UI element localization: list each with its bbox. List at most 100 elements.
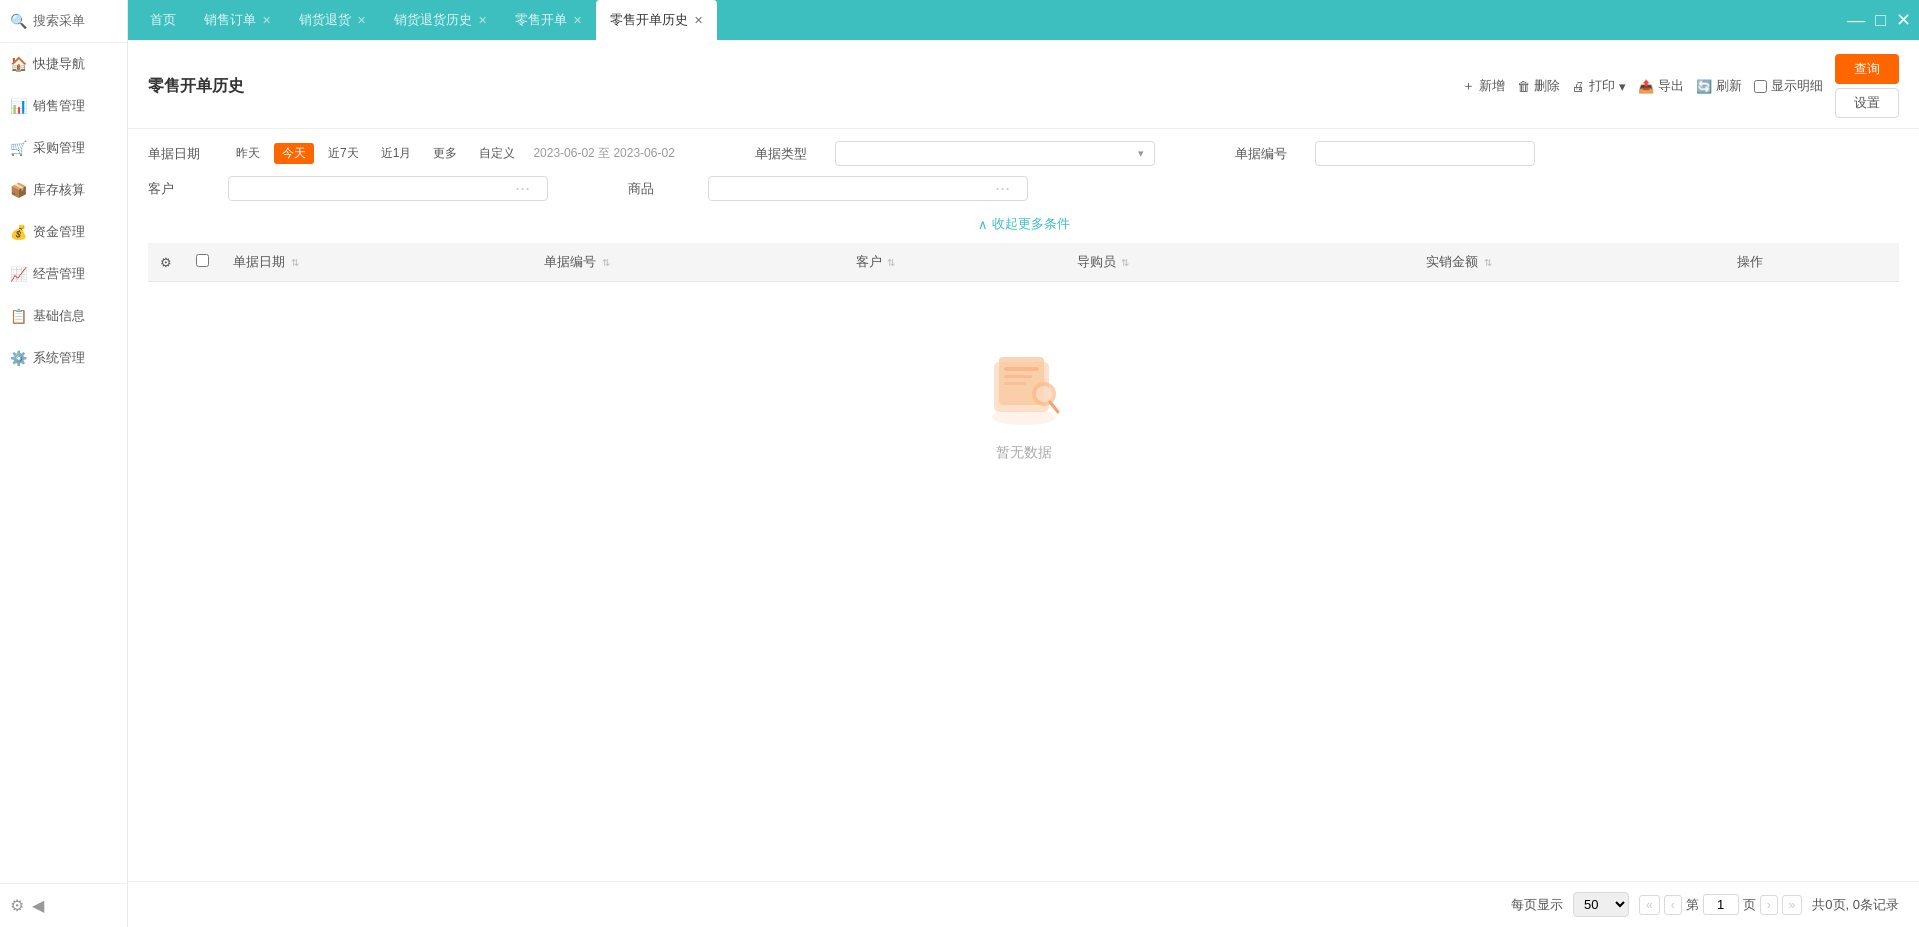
sidebar-item-basic-info[interactable]: 📋 基础信息: [0, 295, 127, 337]
maximize-button[interactable]: □: [1875, 10, 1886, 31]
total-info: 共0页, 0条记录: [1812, 896, 1899, 914]
svg-line-8: [1050, 402, 1058, 412]
home-icon: 🏠: [10, 56, 27, 72]
info-icon: 📋: [10, 308, 27, 324]
tab-sales-return-history[interactable]: 销货退货历史 ✕: [380, 0, 501, 40]
tab-sales-return[interactable]: 销货退货 ✕: [285, 0, 380, 40]
customer-dots[interactable]: ···: [509, 178, 536, 199]
sidebar-label-basic-info: 基础信息: [33, 307, 85, 325]
tab-retail-history[interactable]: 零售开单历史 ✕: [596, 0, 717, 40]
sidebar-item-sys-mgmt[interactable]: ⚙️ 系统管理: [0, 337, 127, 379]
date-filter-buttons: 昨天 今天 近7天 近1月 更多 自定义 2023-06-02 至 2023-0…: [228, 143, 675, 164]
svg-rect-5: [1004, 382, 1026, 385]
date-btn-today[interactable]: 今天: [274, 143, 314, 164]
date-btn-yesterday[interactable]: 昨天: [228, 143, 268, 164]
add-icon: ＋: [1462, 77, 1475, 95]
svg-rect-4: [1004, 375, 1032, 378]
sidebar-item-operations[interactable]: 📈 经营管理: [0, 253, 127, 295]
chart-icon: 📊: [10, 98, 27, 114]
type-label: 单据类型: [755, 145, 815, 163]
settings-button[interactable]: 设置: [1835, 88, 1899, 118]
page-label-after: 页: [1743, 896, 1756, 914]
query-button[interactable]: 查询: [1835, 54, 1899, 84]
th-guide[interactable]: 导购员 ⇅: [1065, 243, 1331, 282]
customer-input[interactable]: [229, 177, 509, 200]
add-button[interactable]: ＋ 新增: [1462, 77, 1505, 95]
tab-sales-order-close[interactable]: ✕: [262, 14, 271, 27]
first-page-button[interactable]: «: [1639, 895, 1660, 915]
refresh-label: 刷新: [1716, 77, 1742, 95]
th-customer[interactable]: 客户 ⇅: [844, 243, 1065, 282]
tab-sales-return-history-close[interactable]: ✕: [478, 14, 487, 27]
prev-page-button[interactable]: ‹: [1664, 895, 1682, 915]
sort-guide-icon: ⇅: [1121, 257, 1129, 268]
sidebar-label-sys-mgmt: 系统管理: [33, 349, 85, 367]
settings-icon[interactable]: ⚙: [10, 896, 24, 915]
search-icon: 🔍: [10, 13, 27, 29]
data-table: ⚙ 单据日期 ⇅ 单据编号 ⇅: [148, 243, 1899, 522]
th-checkbox[interactable]: [184, 243, 221, 282]
goods-label: 商品: [628, 180, 688, 198]
tab-retail-history-close[interactable]: ✕: [694, 14, 703, 27]
per-page-select[interactable]: 50 10 20 100: [1573, 892, 1629, 917]
collapse-sidebar-icon[interactable]: ◀: [32, 896, 44, 915]
export-button[interactable]: 📤 导出: [1638, 77, 1684, 95]
goods-input[interactable]: [709, 177, 989, 200]
delete-icon: 🗑: [1517, 79, 1530, 94]
tab-sales-return-history-label: 销货退货历史: [394, 11, 472, 29]
sidebar-item-quick-nav[interactable]: 🏠 快捷导航: [0, 43, 127, 85]
sidebar-label-purchase-mgmt: 采购管理: [33, 139, 85, 157]
display-detail-checkbox[interactable]: [1754, 80, 1767, 93]
sidebar-label-operations: 经营管理: [33, 265, 85, 283]
last-page-button[interactable]: »: [1782, 895, 1803, 915]
date-label: 单据日期: [148, 145, 208, 163]
page-number-input[interactable]: [1703, 894, 1739, 915]
print-dropdown-icon[interactable]: ▾: [1619, 79, 1626, 94]
date-btn-7days[interactable]: 近7天: [320, 143, 367, 164]
delete-button[interactable]: 🗑 删除: [1517, 77, 1560, 95]
tab-sales-return-close[interactable]: ✕: [357, 14, 366, 27]
empty-row: 暂无数据: [148, 282, 1899, 523]
print-label: 打印: [1589, 77, 1615, 95]
tab-home[interactable]: 首页: [136, 0, 190, 40]
refresh-button[interactable]: 🔄 刷新: [1696, 77, 1742, 95]
filter-row-1: 单据日期 昨天 今天 近7天 近1月 更多 自定义 2023-06-02 至 2…: [148, 141, 1899, 166]
export-label: 导出: [1658, 77, 1684, 95]
print-button[interactable]: 🖨 打印 ▾: [1572, 77, 1626, 95]
tab-retail-open-close[interactable]: ✕: [573, 14, 582, 27]
sidebar-item-finance[interactable]: 💰 资金管理: [0, 211, 127, 253]
th-amount[interactable]: 实销金额 ⇅: [1414, 243, 1725, 282]
date-btn-more[interactable]: 更多: [425, 143, 465, 164]
table-settings-icon[interactable]: ⚙: [160, 255, 172, 270]
type-select[interactable]: ▾: [835, 141, 1155, 166]
sort-number-icon: ⇅: [602, 257, 610, 268]
add-label: 新增: [1479, 77, 1505, 95]
date-range-display: 2023-06-02 至 2023-06-02: [533, 145, 674, 162]
next-page-button[interactable]: ›: [1760, 895, 1778, 915]
th-number[interactable]: 单据编号 ⇅: [532, 243, 843, 282]
th-settings[interactable]: ⚙: [148, 243, 184, 282]
pagination-bar: 每页显示 50 10 20 100 « ‹ 第 页 › » 共0页, 0条记录: [128, 881, 1919, 927]
sidebar-search[interactable]: 🔍 搜索采单: [0, 0, 127, 43]
sidebar-item-inventory[interactable]: 📦 库存核算: [0, 169, 127, 211]
th-date[interactable]: 单据日期 ⇅: [221, 243, 532, 282]
customer-label: 客户: [148, 180, 208, 198]
th-amount-label: 实销金额: [1426, 254, 1478, 269]
sidebar-item-purchase-mgmt[interactable]: 🛒 采购管理: [0, 127, 127, 169]
minimize-button[interactable]: —: [1847, 10, 1865, 31]
sidebar-item-sales-mgmt[interactable]: 📊 销售管理: [0, 85, 127, 127]
display-detail-checkbox-item[interactable]: 显示明细: [1754, 77, 1823, 95]
select-all-checkbox[interactable]: [196, 254, 209, 267]
goods-dots[interactable]: ···: [989, 178, 1016, 199]
svg-point-7: [1036, 386, 1052, 402]
tab-sales-order[interactable]: 销售订单 ✕: [190, 0, 285, 40]
collapse-filter-button[interactable]: ∧ 收起更多条件: [148, 211, 1899, 243]
tab-sales-order-label: 销售订单: [204, 11, 256, 29]
th-customer-label: 客户: [856, 254, 882, 269]
date-btn-custom[interactable]: 自定义: [471, 143, 523, 164]
number-input[interactable]: [1315, 141, 1535, 166]
tab-retail-open[interactable]: 零售开单 ✕: [501, 0, 596, 40]
close-button[interactable]: ✕: [1896, 9, 1911, 31]
date-btn-1month[interactable]: 近1月: [373, 143, 420, 164]
th-guide-label: 导购员: [1077, 254, 1116, 269]
